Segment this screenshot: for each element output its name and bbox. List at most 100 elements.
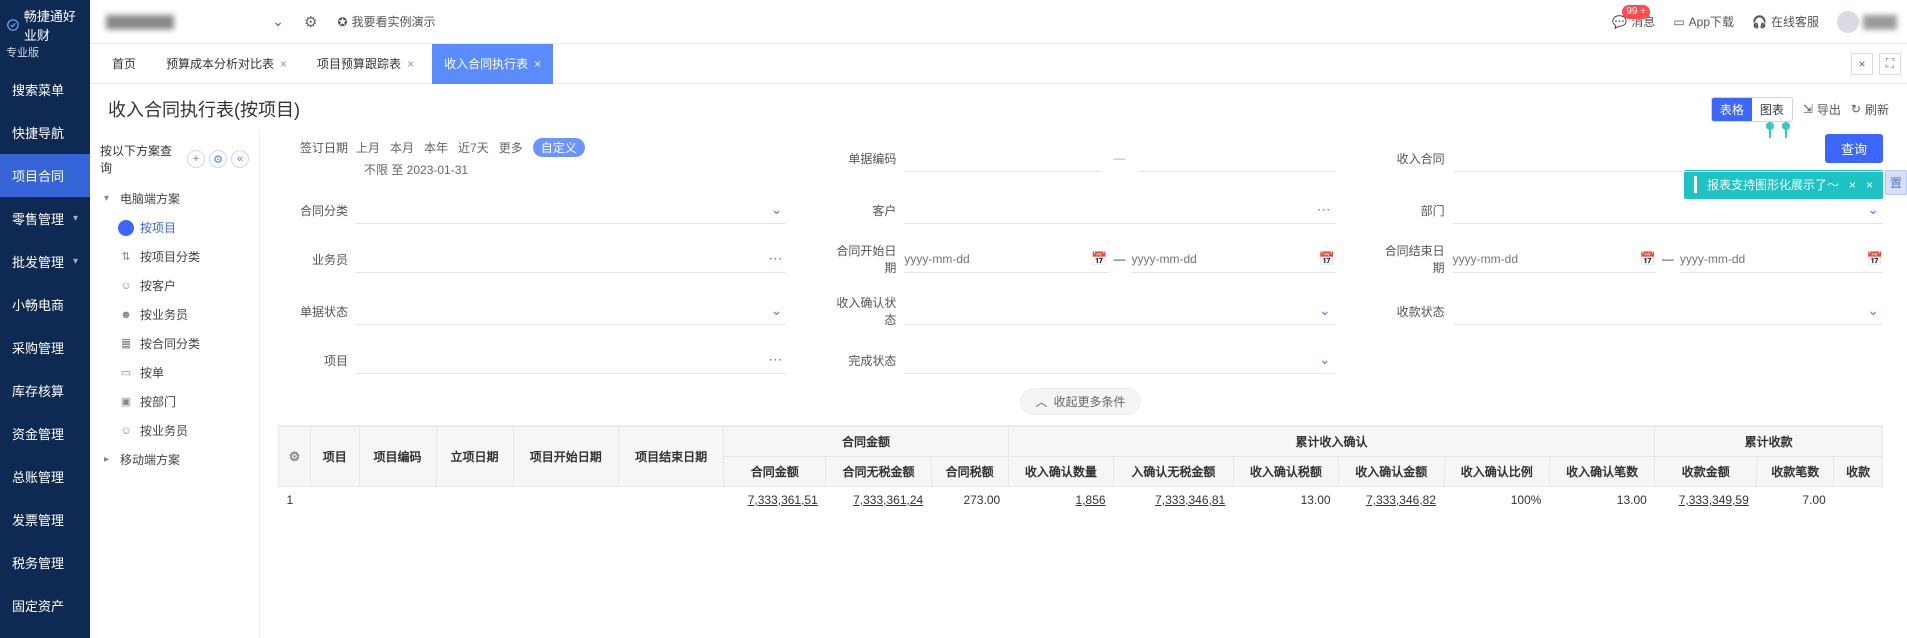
demo-link[interactable]: ✪ 我要看实例演示	[337, 13, 435, 30]
dept-select[interactable]	[1453, 203, 1864, 217]
tree-by-doc[interactable]: ▭按单	[96, 358, 253, 387]
th-receipt-tail[interactable]: 收款	[1834, 457, 1883, 487]
customer-input[interactable]	[904, 203, 1312, 217]
td-c-amount[interactable]: 7,333,361,51	[724, 487, 826, 514]
date-chip-7days[interactable]: 近7天	[458, 139, 489, 156]
date-chip-thismonth[interactable]: 本月	[390, 139, 414, 156]
finish-status-select[interactable]	[904, 353, 1315, 367]
app-download-button[interactable]: ▭ App下载	[1673, 13, 1734, 30]
chevron-down-icon[interactable]: ⌄	[767, 201, 787, 218]
doc-status-select[interactable]	[356, 304, 767, 318]
messages-button[interactable]: 💬 消息 99 +	[1612, 13, 1655, 30]
online-service-button[interactable]: 🎧 在线客服	[1752, 13, 1819, 30]
income-contract-input[interactable]	[1453, 151, 1861, 165]
contract-end-from[interactable]	[1453, 252, 1640, 266]
export-button[interactable]: ⇲导出	[1803, 101, 1841, 118]
date-chip-lastmonth[interactable]: 上月	[356, 139, 380, 156]
td-confirm-amount[interactable]: 7,333,346,82	[1339, 487, 1444, 514]
collapse-rail-icon[interactable]: «	[231, 150, 249, 168]
nav-purchase[interactable]: 采购管理	[0, 326, 90, 369]
user-menu[interactable]: ████	[1837, 11, 1897, 33]
collapse-filters-button[interactable]: ︿ 收起更多条件	[1020, 388, 1140, 415]
close-icon[interactable]: ×	[407, 57, 414, 71]
nav-invoice[interactable]: 发票管理	[0, 498, 90, 541]
chevron-down-icon[interactable]: ⌄	[1863, 201, 1883, 218]
calendar-icon[interactable]: 📅	[1867, 251, 1883, 267]
tree-by-salesman[interactable]: ☻按业务员	[96, 300, 253, 329]
th-confirm-count[interactable]: 收入确认笔数	[1549, 457, 1654, 487]
tree-group-pc[interactable]: ▾电脑端方案	[96, 184, 253, 213]
table-row[interactable]: 1 7,333,361,51 7,333,361,24 273.00 1,856…	[279, 487, 1883, 514]
fullscreen-icon[interactable]: ⛶	[1879, 53, 1901, 75]
tab-close-all-icon[interactable]: ×	[1851, 53, 1873, 75]
picker-icon[interactable]: ⋯	[1861, 149, 1883, 166]
tree-by-customer[interactable]: ☺按客户	[96, 271, 253, 300]
th-c-tax[interactable]: 合同税额	[931, 457, 1008, 487]
th-confirm-tax[interactable]: 收入确认税额	[1233, 457, 1338, 487]
th-c-amount-notax[interactable]: 合同无税金额	[826, 457, 931, 487]
tree-by-salesman2[interactable]: ☺按业务员	[96, 416, 253, 445]
close-icon[interactable]: ×	[534, 57, 541, 71]
contract-start-from[interactable]	[904, 252, 1091, 266]
nav-search[interactable]: 搜索菜单	[0, 68, 90, 111]
salesman-input[interactable]	[356, 252, 764, 266]
org-select[interactable]: ████████ ⌄	[100, 8, 290, 36]
th-confirm-notax[interactable]: 入确认无税金额	[1114, 457, 1234, 487]
nav-project-contract[interactable]: 项目合同	[0, 154, 90, 197]
nav-assets[interactable]: 固定资产	[0, 584, 90, 627]
th-proj-start[interactable]: 项目开始日期	[513, 427, 618, 487]
contract-class-select[interactable]	[356, 203, 767, 217]
th-setup-date[interactable]: 立项日期	[436, 427, 513, 487]
toast-close-icon[interactable]: ×	[1866, 178, 1873, 192]
scheme-settings-icon[interactable]: ⚙	[209, 150, 227, 168]
chevron-down-icon[interactable]: ⌄	[1315, 302, 1335, 319]
td-receipt-amount[interactable]: 7,333,349,59	[1655, 487, 1757, 514]
th-confirm-qty[interactable]: 收入确认数量	[1008, 457, 1113, 487]
td-c-amount-notax[interactable]: 7,333,361,24	[826, 487, 931, 514]
picker-icon[interactable]: ⋯	[1313, 201, 1335, 218]
calendar-icon[interactable]: 📅	[1640, 251, 1656, 267]
date-chip-thisyear[interactable]: 本年	[424, 139, 448, 156]
chevron-down-icon[interactable]: ⌄	[1315, 351, 1335, 368]
th-c-amount[interactable]: 合同金额	[724, 457, 826, 487]
tab-home[interactable]: 首页	[100, 44, 148, 84]
contract-end-to[interactable]	[1680, 252, 1867, 266]
side-config-tag[interactable]: 置	[1885, 170, 1907, 195]
th-confirm-ratio[interactable]: 收入确认比例	[1444, 457, 1549, 487]
nav-tax[interactable]: 税务管理	[0, 541, 90, 584]
chevron-down-icon[interactable]: ⌄	[1863, 302, 1883, 319]
settings-icon[interactable]: ⚙	[304, 13, 317, 31]
td-confirm-notax[interactable]: 7,333,346,81	[1114, 487, 1234, 514]
tab-income-contract-exec[interactable]: 收入合同执行表×	[432, 44, 553, 84]
tree-by-dept[interactable]: ▣按部门	[96, 387, 253, 416]
picker-icon[interactable]: ⋯	[764, 250, 786, 267]
contract-start-to[interactable]	[1132, 252, 1319, 266]
table-settings-icon[interactable]: ⚙	[289, 449, 301, 464]
th-receipt-amount[interactable]: 收款金额	[1655, 457, 1757, 487]
calendar-icon[interactable]: 📅	[1318, 251, 1334, 267]
doc-no-input-to[interactable]	[1138, 151, 1335, 165]
nav-quicknav[interactable]: 快捷导航	[0, 111, 90, 154]
th-project-code[interactable]: 项目编码	[359, 427, 436, 487]
add-scheme-icon[interactable]: +	[187, 150, 205, 168]
th-project[interactable]: 项目	[311, 427, 360, 487]
view-table-button[interactable]: 表格	[1712, 98, 1752, 121]
view-chart-button[interactable]: 图表	[1752, 98, 1792, 121]
calendar-icon[interactable]: 📅	[1091, 251, 1107, 267]
tab-project-budget-track[interactable]: 项目预算跟踪表×	[305, 44, 426, 84]
picker-icon[interactable]: ⋯	[764, 351, 786, 368]
nav-ledger[interactable]: 总账管理	[0, 455, 90, 498]
toast-close-icon[interactable]: ×	[1849, 178, 1856, 192]
refresh-button[interactable]: ↻刷新	[1851, 101, 1889, 118]
date-chip-custom[interactable]: 自定义	[533, 138, 585, 157]
th-proj-end[interactable]: 项目结束日期	[618, 427, 723, 487]
nav-retail[interactable]: 零售管理▾	[0, 197, 90, 240]
chevron-down-icon[interactable]: ⌄	[767, 302, 787, 319]
result-table-wrap[interactable]: ⚙ 项目 项目编码 立项日期 项目开始日期 项目结束日期 合同金额 累计收入确认…	[278, 425, 1883, 513]
th-confirm-amount[interactable]: 收入确认金额	[1339, 457, 1444, 487]
income-confirm-status-select[interactable]	[904, 304, 1315, 318]
nav-ecommerce[interactable]: 小畅电商	[0, 283, 90, 326]
th-receipt-count[interactable]: 收款笔数	[1757, 457, 1834, 487]
date-chip-more[interactable]: 更多	[499, 139, 523, 156]
nav-funds[interactable]: 资金管理	[0, 412, 90, 455]
